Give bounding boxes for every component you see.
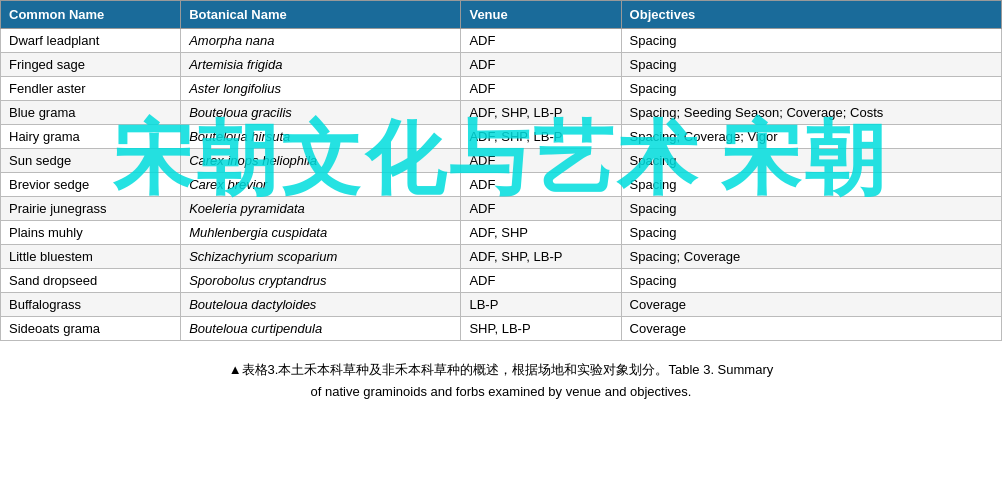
cell-venue: LB-P [461,293,621,317]
cell-common-name: Buffalograss [1,293,181,317]
cell-venue: ADF [461,197,621,221]
table-row: Plains muhlyMuhlenbergia cuspidataADF, S… [1,221,1002,245]
cell-botanical-name: Schizachyrium scoparium [181,245,461,269]
cell-common-name: Fringed sage [1,53,181,77]
cell-objectives: Coverage [621,293,1001,317]
cell-botanical-name: Carex brevior [181,173,461,197]
cell-botanical-name: Artemisia frigida [181,53,461,77]
cell-botanical-name: Amorpha nana [181,29,461,53]
cell-objectives: Spacing; Coverage; Vigor [621,125,1001,149]
cell-botanical-name: Bouteloua gracilis [181,101,461,125]
header-objectives: Objectives [621,1,1001,29]
cell-objectives: Spacing; Coverage [621,245,1001,269]
cell-botanical-name: Koeleria pyramidata [181,197,461,221]
cell-botanical-name: Bouteloua dactyloides [181,293,461,317]
caption-line2: of native graminoids and forbs examined … [40,381,962,403]
cell-common-name: Hairy grama [1,125,181,149]
table-row: Prairie junegrassKoeleria pyramidataADFS… [1,197,1002,221]
table-caption: ▲表格3.本土禾本科草种及非禾本科草种的概述，根据场地和实验对象划分。Table… [0,359,1002,403]
cell-venue: SHP, LB-P [461,317,621,341]
table-row: Sun sedgeCarex inops heliophilaADFSpacin… [1,149,1002,173]
table-row: Blue gramaBouteloua gracilisADF, SHP, LB… [1,101,1002,125]
table-row: Fendler asterAster longifoliusADFSpacing [1,77,1002,101]
cell-botanical-name: Aster longifolius [181,77,461,101]
caption-line1: ▲表格3.本土禾本科草种及非禾本科草种的概述，根据场地和实验对象划分。Table… [40,359,962,381]
cell-common-name: Brevior sedge [1,173,181,197]
cell-common-name: Dwarf leadplant [1,29,181,53]
cell-venue: ADF [461,173,621,197]
cell-botanical-name: Sporobolus cryptandrus [181,269,461,293]
cell-objectives: Spacing [621,149,1001,173]
cell-venue: ADF [461,77,621,101]
cell-botanical-name: Muhlenbergia cuspidata [181,221,461,245]
header-venue: Venue [461,1,621,29]
cell-botanical-name: Carex inops heliophila [181,149,461,173]
cell-common-name: Fendler aster [1,77,181,101]
cell-botanical-name: Bouteloua hirsuta [181,125,461,149]
table-row: Brevior sedgeCarex breviorADFSpacing [1,173,1002,197]
cell-venue: ADF, SHP [461,221,621,245]
cell-common-name: Blue grama [1,101,181,125]
cell-common-name: Prairie junegrass [1,197,181,221]
cell-objectives: Spacing; Seeding Season; Coverage; Costs [621,101,1001,125]
table-row: BuffalograssBouteloua dactyloidesLB-PCov… [1,293,1002,317]
cell-common-name: Sun sedge [1,149,181,173]
table-row: Sideoats gramaBouteloua curtipendulaSHP,… [1,317,1002,341]
cell-botanical-name: Bouteloua curtipendula [181,317,461,341]
cell-venue: ADF [461,53,621,77]
table-row: Hairy gramaBouteloua hirsutaADF, SHP, LB… [1,125,1002,149]
cell-venue: ADF [461,149,621,173]
cell-objectives: Spacing [621,269,1001,293]
cell-venue: ADF, SHP, LB-P [461,101,621,125]
table-row: Little bluestemSchizachyrium scopariumAD… [1,245,1002,269]
cell-common-name: Sideoats grama [1,317,181,341]
cell-objectives: Spacing [621,221,1001,245]
cell-common-name: Sand dropseed [1,269,181,293]
header-common-name: Common Name [1,1,181,29]
cell-venue: ADF [461,269,621,293]
cell-common-name: Plains muhly [1,221,181,245]
cell-objectives: Coverage [621,317,1001,341]
cell-venue: ADF, SHP, LB-P [461,245,621,269]
cell-venue: ADF, SHP, LB-P [461,125,621,149]
cell-objectives: Spacing [621,197,1001,221]
cell-objectives: Spacing [621,53,1001,77]
cell-venue: ADF [461,29,621,53]
cell-common-name: Little bluestem [1,245,181,269]
header-botanical-name: Botanical Name [181,1,461,29]
cell-objectives: Spacing [621,173,1001,197]
table-row: Sand dropseedSporobolus cryptandrusADFSp… [1,269,1002,293]
table-row: Dwarf leadplantAmorpha nanaADFSpacing [1,29,1002,53]
cell-objectives: Spacing [621,29,1001,53]
cell-objectives: Spacing [621,77,1001,101]
table-row: Fringed sageArtemisia frigidaADFSpacing [1,53,1002,77]
